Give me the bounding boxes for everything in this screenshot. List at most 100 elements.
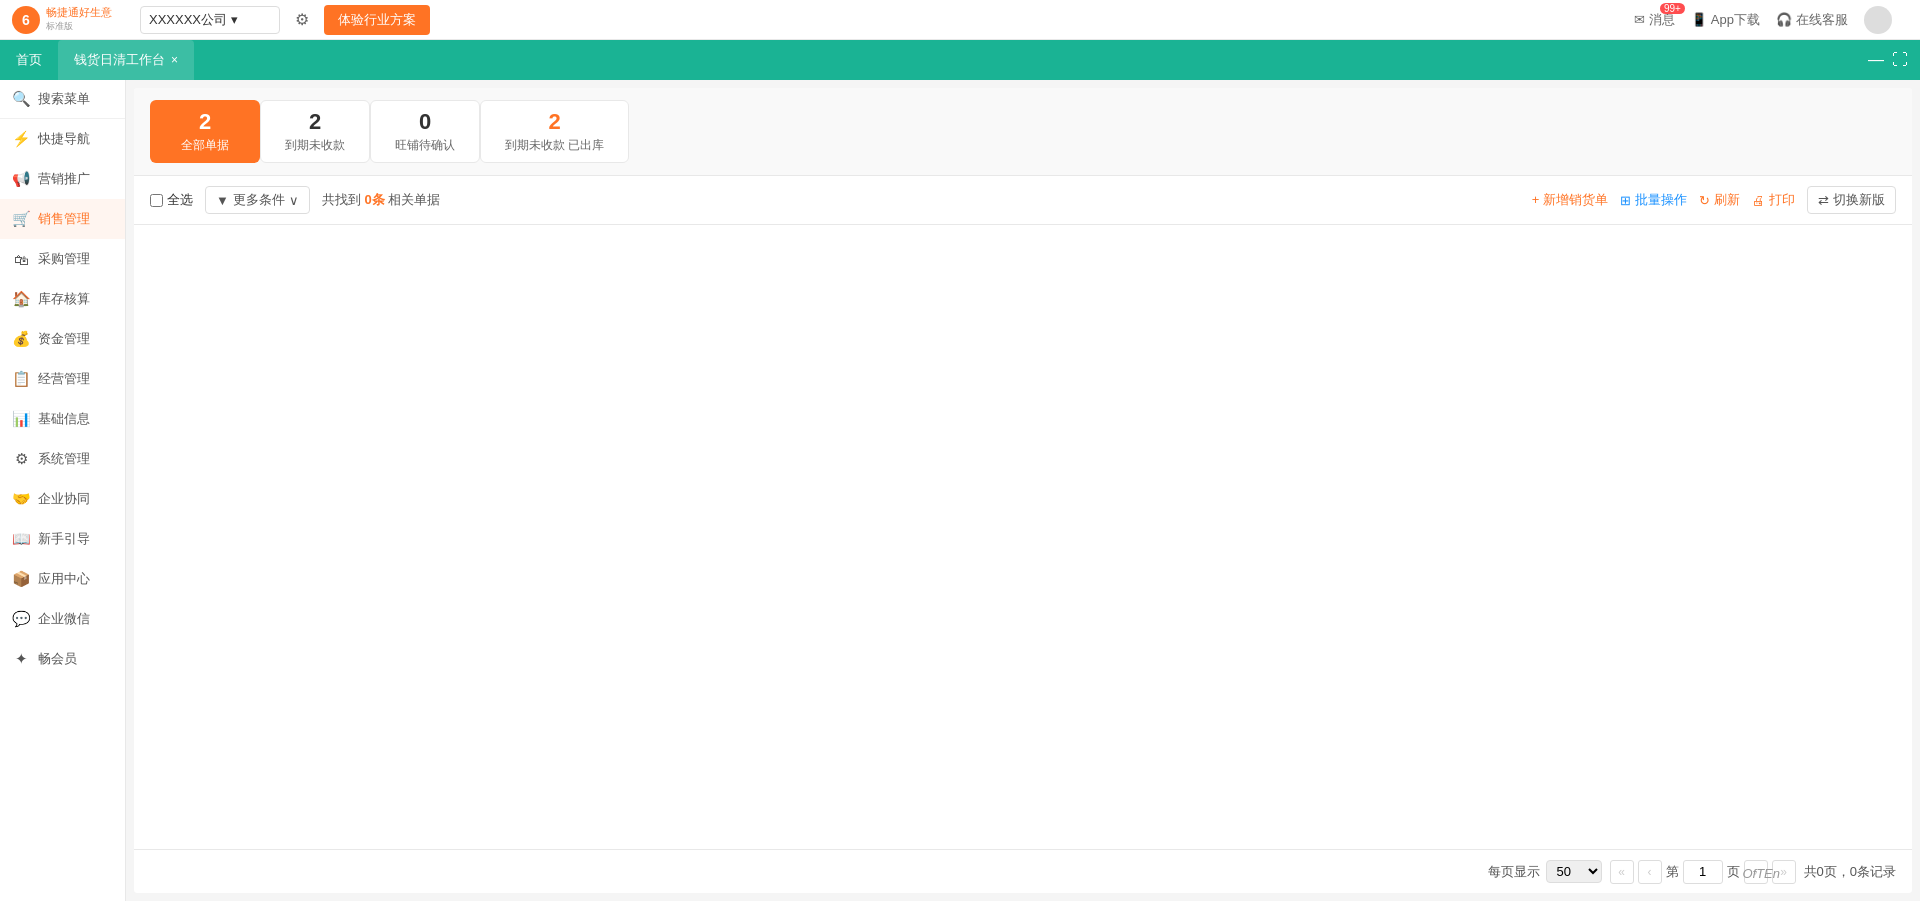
found-prefix: 共找到 [322, 192, 361, 207]
filter-button[interactable]: ▼ 更多条件 ∨ [205, 186, 310, 214]
toolbar-left: 全选 ▼ 更多条件 ∨ 共找到 0条 相关单据 [150, 186, 440, 214]
tab-active-label: 钱货日清工作台 [74, 51, 165, 69]
tab-active[interactable]: 钱货日清工作台 × [58, 40, 194, 80]
sidebar-label-sales: 销售管理 [38, 210, 90, 228]
user-avatar[interactable] [1864, 6, 1892, 34]
operations-icon: 📋 [12, 370, 30, 388]
found-info: 共找到 0条 相关单据 [322, 191, 440, 209]
pagination: 每页显示 50 100 200 « ‹ 第 页 › » 共0页，0条记录 [134, 849, 1912, 893]
sidebar-item-marketing[interactable]: 📢营销推广 [0, 159, 125, 199]
sidebar-label-system: 系统管理 [38, 450, 90, 468]
refresh-icon: ↻ [1699, 193, 1710, 208]
search-icon: 🔍 [12, 90, 30, 108]
sidebar-label-base-info: 基础信息 [38, 410, 90, 428]
download-icon: 📱 [1691, 12, 1707, 27]
sidebar-search-label: 搜索菜单 [38, 90, 90, 108]
stat-number-1: 2 [309, 109, 321, 135]
guide-icon: 📖 [12, 530, 30, 548]
logo-icon: 6 [12, 6, 40, 34]
select-all-input[interactable] [150, 194, 163, 207]
tab-maximize-button[interactable]: ⛶ [1892, 51, 1908, 69]
sidebar-search[interactable]: 🔍 搜索菜单 [0, 80, 125, 119]
tab-close-icon[interactable]: × [171, 53, 178, 67]
message-button[interactable]: ✉ 消息 99+ [1634, 11, 1675, 29]
switch-icon: ⇄ [1818, 193, 1829, 208]
select-all-checkbox[interactable]: 全选 [150, 191, 193, 209]
table-area [134, 225, 1912, 849]
sidebar-item-app-center[interactable]: 📦 应用中心 [0, 559, 125, 599]
trial-button[interactable]: 体验行业方案 [324, 5, 430, 35]
inventory-icon: 🏠 [12, 290, 30, 308]
sidebar-label-purchase: 采购管理 [38, 250, 90, 268]
sidebar-item-finance[interactable]: 💰资金管理 [0, 319, 125, 359]
tab-home[interactable]: 首页 [0, 40, 58, 80]
sidebar-item-system[interactable]: ⚙系统管理 [0, 439, 125, 479]
sidebar-item-quick-nav[interactable]: ⚡ 快捷导航 [0, 119, 125, 159]
chevron-down-icon: ▾ [231, 12, 238, 27]
add-sales-order-button[interactable]: + 新增销货单 [1532, 191, 1608, 209]
layout: 🔍 搜索菜单 ⚡ 快捷导航 📢营销推广🛒销售管理🛍采购管理 🏠 库存核算 💰资金管理📋经营… [0, 80, 1920, 901]
print-icon: 🖨 [1752, 193, 1765, 208]
sidebar-label-guide: 新手引导 [38, 530, 90, 548]
finance-icon: 💰 [12, 330, 30, 348]
logo-sub: 标准版 [46, 20, 112, 33]
app-center-icon: 📦 [12, 570, 30, 588]
online-service-button[interactable]: 🎧 在线客服 [1776, 11, 1848, 29]
sidebar-label-vip: 畅会员 [38, 650, 77, 668]
print-button[interactable]: 🖨 打印 [1752, 191, 1795, 209]
page-input[interactable] [1683, 860, 1723, 884]
quick-nav-icon: ⚡ [12, 130, 30, 148]
page-label: 第 [1666, 863, 1679, 881]
batch-operation-button[interactable]: ⊞ 批量操作 [1620, 191, 1687, 209]
sidebar-item-vip[interactable]: ✦ 畅会员 [0, 639, 125, 679]
page-end: 页 [1727, 863, 1740, 881]
headset-icon: 🎧 [1776, 12, 1792, 27]
base-info-icon: 📊 [12, 410, 30, 428]
stat-number-0: 2 [199, 109, 211, 135]
stat-card-0[interactable]: 2 全部单据 [150, 100, 260, 163]
found-count: 0条 [365, 192, 385, 207]
stat-label-0: 全部单据 [181, 137, 229, 154]
stat-card-2[interactable]: 0旺铺待确认 [370, 100, 480, 163]
topbar: 6 畅捷通好生意 标准版 XXXXXX公司 ▾ ⚙ 体验行业方案 ✉ 消息 99… [0, 0, 1920, 40]
sidebar-item-guide[interactable]: 📖 新手引导 [0, 519, 125, 559]
page-prev-button[interactable]: ‹ [1638, 860, 1662, 884]
enterprise-icon: 🤝 [12, 490, 30, 508]
toolbar-right: + 新增销货单 ⊞ 批量操作 ↻ 刷新 🖨 打印 ⇄ [1532, 186, 1896, 214]
vip-icon: ✦ [12, 650, 30, 668]
topbar-right: ✉ 消息 99+ 📱 App下载 🎧 在线客服 [1634, 6, 1908, 34]
sidebar-item-enterprise[interactable]: 🤝企业协同 [0, 479, 125, 519]
sidebar-label-quick-nav: 快捷导航 [38, 130, 90, 148]
sidebar-item-sales[interactable]: 🛒销售管理 [0, 199, 125, 239]
message-badge: 99+ [1660, 3, 1685, 14]
sidebar-item-operations[interactable]: 📋经营管理 [0, 359, 125, 399]
found-suffix: 相关单据 [388, 192, 440, 207]
tabbar-actions: — ⛶ [1868, 51, 1920, 69]
settings-icon[interactable]: ⚙ [288, 6, 316, 34]
toolbar: 全选 ▼ 更多条件 ∨ 共找到 0条 相关单据 + 新增销货单 [134, 176, 1912, 225]
marketing-icon: 📢 [12, 170, 30, 188]
sidebar-label-app-center: 应用中心 [38, 570, 90, 588]
stat-card-1[interactable]: 2到期未收款 [260, 100, 370, 163]
company-selector[interactable]: XXXXXX公司 ▾ [140, 6, 280, 34]
tabbar: 首页 钱货日清工作台 × — ⛶ [0, 40, 1920, 80]
per-page-label: 每页显示 [1488, 863, 1540, 881]
sidebar-item-purchase[interactable]: 🛍采购管理 [0, 239, 125, 279]
sidebar-item-base-info[interactable]: 📊 基础信息 [0, 399, 125, 439]
stat-card-3[interactable]: 2到期未收款 已出库 [480, 100, 629, 163]
app-download-button[interactable]: 📱 App下载 [1691, 11, 1760, 29]
app-download-label: App下载 [1711, 11, 1760, 29]
main-inner: 2 全部单据 2到期未收款0旺铺待确认2到期未收款 已出库 全选 ▼ 更多条件 ∨ … [134, 88, 1912, 893]
refresh-button[interactable]: ↻ 刷新 [1699, 191, 1740, 209]
tab-minimize-button[interactable]: — [1868, 51, 1884, 69]
per-page-select[interactable]: 50 100 200 [1546, 860, 1602, 883]
sidebar-item-wechat[interactable]: 💬企业微信 [0, 599, 125, 639]
company-name: XXXXXX公司 [149, 11, 227, 29]
sidebar: 🔍 搜索菜单 ⚡ 快捷导航 📢营销推广🛒销售管理🛍采购管理 🏠 库存核算 💰资金管理📋经营… [0, 80, 126, 901]
sidebar-label-inventory: 库存核算 [38, 290, 90, 308]
page-first-button[interactable]: « [1610, 860, 1634, 884]
filter-icon: ▼ [216, 193, 229, 208]
sidebar-item-inventory[interactable]: 🏠 库存核算 [0, 279, 125, 319]
switch-version-button[interactable]: ⇄ 切换新版 [1807, 186, 1896, 214]
stat-number-3: 2 [549, 109, 561, 135]
